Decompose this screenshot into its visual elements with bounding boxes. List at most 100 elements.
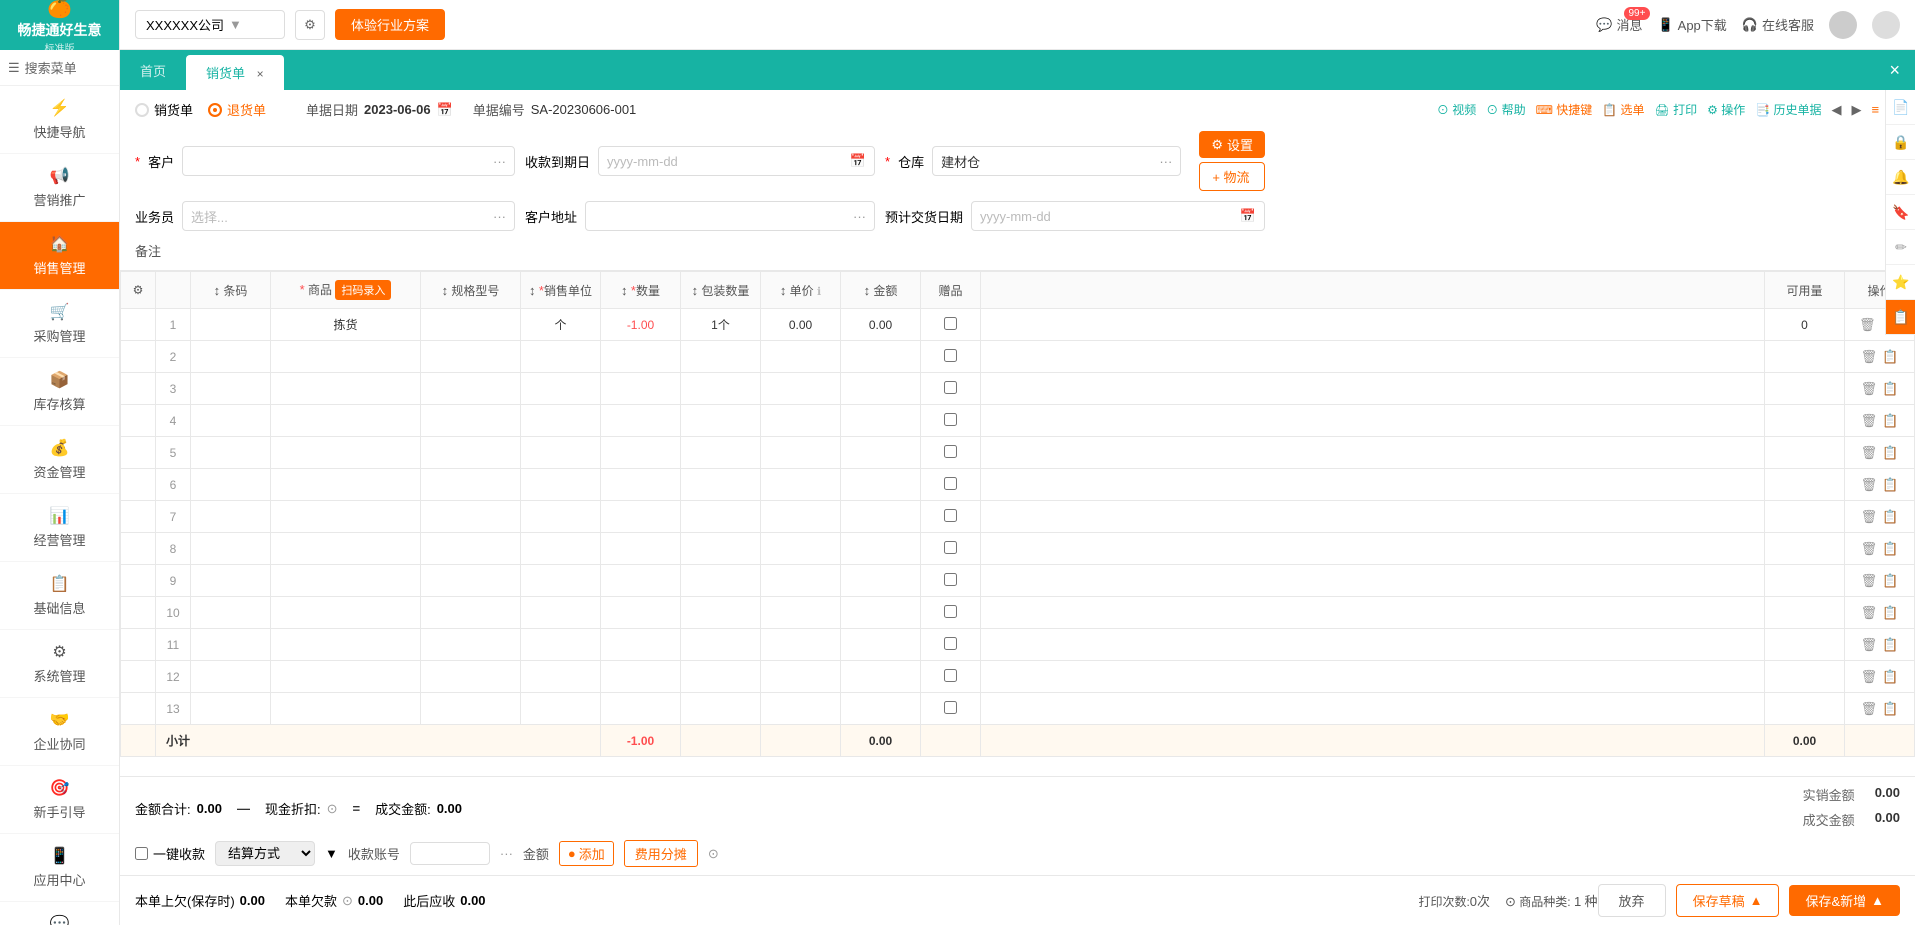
sidebar-item-quicknav[interactable]: ⚡ 快捷导航 (0, 86, 119, 154)
row7-delete-icon[interactable]: 🗑 (1861, 509, 1878, 524)
sidebar-item-inventory[interactable]: 📦 库存核算 (0, 358, 119, 426)
logistics-button[interactable]: + 物流 (1199, 162, 1265, 191)
row1-gift-check[interactable] (944, 317, 957, 330)
sort-price[interactable]: ↕ (780, 283, 787, 298)
sidebar-item-operations[interactable]: 📊 经营管理 (0, 494, 119, 562)
row1-delete-icon[interactable]: 🗑 (1859, 317, 1876, 332)
calc-method-dropdown-icon[interactable]: ▼ (325, 846, 338, 861)
save-draft-arrow[interactable]: ▲ (1750, 893, 1763, 908)
row1-gift[interactable] (921, 309, 981, 341)
order-no-value[interactable]: SA-20230606-001 (531, 102, 637, 117)
salesperson-dots[interactable]: ··· (493, 209, 506, 224)
delivery-date-input[interactable]: yyyy-mm-dd 📅 (971, 201, 1265, 231)
row10-delete-icon[interactable]: 🗑 (1861, 605, 1878, 620)
payment-date-input[interactable]: yyyy-mm-dd 📅 (598, 146, 875, 176)
discount-info-icon[interactable]: ⊙ (327, 801, 338, 817)
calc-method-select[interactable]: 结算方式 (215, 841, 315, 866)
sidebar-item-system[interactable]: ⚙ 系统管理 (0, 630, 119, 698)
calendar-icon[interactable]: 📅 (437, 102, 453, 118)
one-click-pay-checkbox[interactable]: 一键收款 (135, 844, 205, 863)
settings-gear-button[interactable]: ⚙ (295, 10, 325, 40)
expense-button[interactable]: 费用分摊 (624, 840, 698, 867)
sidebar-item-sales[interactable]: 🏠 销售管理 (0, 222, 119, 290)
row12-copy-icon[interactable]: 📋 (1882, 669, 1898, 684)
row3-delete-icon[interactable]: 🗑 (1861, 381, 1878, 396)
sort-unit[interactable]: ↕ (529, 283, 536, 298)
row6-delete-icon[interactable]: 🗑 (1861, 477, 1878, 492)
row1-unit[interactable]: 个 (521, 309, 601, 341)
sidebar-item-finance[interactable]: 💰 资金管理 (0, 426, 119, 494)
sort-amount[interactable]: ↕ (864, 283, 871, 298)
expense-help-icon[interactable]: ⊙ (708, 846, 719, 862)
row11-delete-icon[interactable]: 🗑 (1861, 637, 1878, 652)
row11-gift-check[interactable] (944, 637, 957, 650)
sidebar-item-enterprise[interactable]: 🤝 企业协同 (0, 698, 119, 766)
save-new-button[interactable]: 保存&新增 ▲ (1789, 885, 1900, 916)
sidebar-item-appstore[interactable]: 📱 应用中心 (0, 834, 119, 902)
th-settings[interactable]: ⚙ (121, 272, 156, 309)
one-click-pay-check[interactable] (135, 847, 148, 860)
row1-amount[interactable]: 0.00 (841, 309, 921, 341)
row12-delete-icon[interactable]: 🗑 (1861, 669, 1878, 684)
row13-copy-icon[interactable]: 📋 (1882, 701, 1898, 716)
nav-next-icon[interactable]: ▶ (1852, 102, 1862, 118)
tab-home[interactable]: 首页 (120, 53, 186, 88)
row7-copy-icon[interactable]: 📋 (1882, 509, 1898, 524)
row4-delete-icon[interactable]: 🗑 (1861, 413, 1878, 428)
settings-button[interactable]: ⚙ 设置 (1199, 131, 1265, 158)
row13-gift-check[interactable] (944, 701, 957, 714)
message-icon-item[interactable]: 💬 消息 99+ (1596, 15, 1642, 34)
row6-copy-icon[interactable]: 📋 (1882, 477, 1898, 492)
date-value[interactable]: 2023-06-06 (364, 102, 431, 117)
salesperson-input[interactable]: 选择... ··· (182, 201, 515, 231)
right-panel-bell[interactable]: 🔔 (1886, 160, 1915, 195)
radio-sales[interactable]: 销货单 (135, 100, 193, 119)
warehouse-dots[interactable]: ··· (1159, 154, 1172, 169)
app-download-item[interactable]: 📱 App下载 (1657, 15, 1726, 34)
company-selector[interactable]: XXXXXX公司 ▼ (135, 10, 285, 39)
row2-gift-check[interactable] (944, 349, 957, 362)
history-link[interactable]: 📑 历史单据 (1755, 101, 1821, 118)
radio-return[interactable]: 退货单 (208, 100, 266, 119)
row6-gift-check[interactable] (944, 477, 957, 490)
view-list-icon[interactable]: ≡ (1872, 102, 1880, 117)
row1-pkg[interactable]: 1个 (681, 309, 761, 341)
sidebar-item-marketing[interactable]: 📢 营销推广 (0, 154, 119, 222)
customer-addr-input[interactable]: ··· (585, 201, 875, 231)
row3-gift-check[interactable] (944, 381, 957, 394)
sidebar-item-wechat[interactable]: 💬 企业微信 (0, 902, 119, 925)
right-panel-star[interactable]: ⭐ (1886, 265, 1915, 300)
customer-input[interactable]: ··· (182, 146, 515, 176)
dots-icon[interactable]: ··· (500, 846, 513, 861)
total-debt-info[interactable]: ⊙ (342, 893, 353, 909)
delivery-calendar-icon[interactable]: 📅 (1240, 208, 1256, 224)
right-panel-edit[interactable]: ✏ (1886, 230, 1915, 265)
row2-delete-icon[interactable]: 🗑 (1861, 349, 1878, 364)
row9-delete-icon[interactable]: 🗑 (1861, 573, 1878, 588)
row8-copy-icon[interactable]: 📋 (1882, 541, 1898, 556)
tab-close-icon[interactable]: × (257, 67, 264, 81)
trial-button[interactable]: 体验行业方案 (335, 9, 445, 40)
video-link[interactable]: ⊙ 视频 (1437, 101, 1476, 118)
row12-gift-check[interactable] (944, 669, 957, 682)
help-link[interactable]: ⊙ 帮助 (1486, 101, 1525, 118)
row4-gift-check[interactable] (944, 413, 957, 426)
account-input[interactable] (410, 842, 490, 865)
row9-gift-check[interactable] (944, 573, 957, 586)
shortcut-link[interactable]: ⌨ 快捷键 (1536, 101, 1593, 118)
select-link[interactable]: 📋 选单 (1602, 101, 1644, 118)
avatar[interactable] (1829, 11, 1857, 39)
row13-delete-icon[interactable]: 🗑 (1861, 701, 1878, 716)
sidebar-search[interactable]: ☰ 搜索菜单 (0, 50, 119, 86)
row9-copy-icon[interactable]: 📋 (1882, 573, 1898, 588)
row2-copy-icon[interactable]: 📋 (1882, 349, 1898, 364)
row8-delete-icon[interactable]: 🗑 (1861, 541, 1878, 556)
save-draft-button[interactable]: 保存草稿 ▲ (1676, 884, 1780, 917)
payment-calendar-icon[interactable]: 📅 (850, 153, 866, 169)
row3-copy-icon[interactable]: 📋 (1882, 381, 1898, 396)
sort-spec[interactable]: ↕ (442, 283, 449, 298)
row1-desc[interactable] (981, 309, 1765, 341)
product-type-text[interactable]: ⊙ (1505, 894, 1516, 909)
row1-price[interactable]: 0.00 (761, 309, 841, 341)
tab-sales-order[interactable]: 销货单 × (186, 55, 284, 90)
